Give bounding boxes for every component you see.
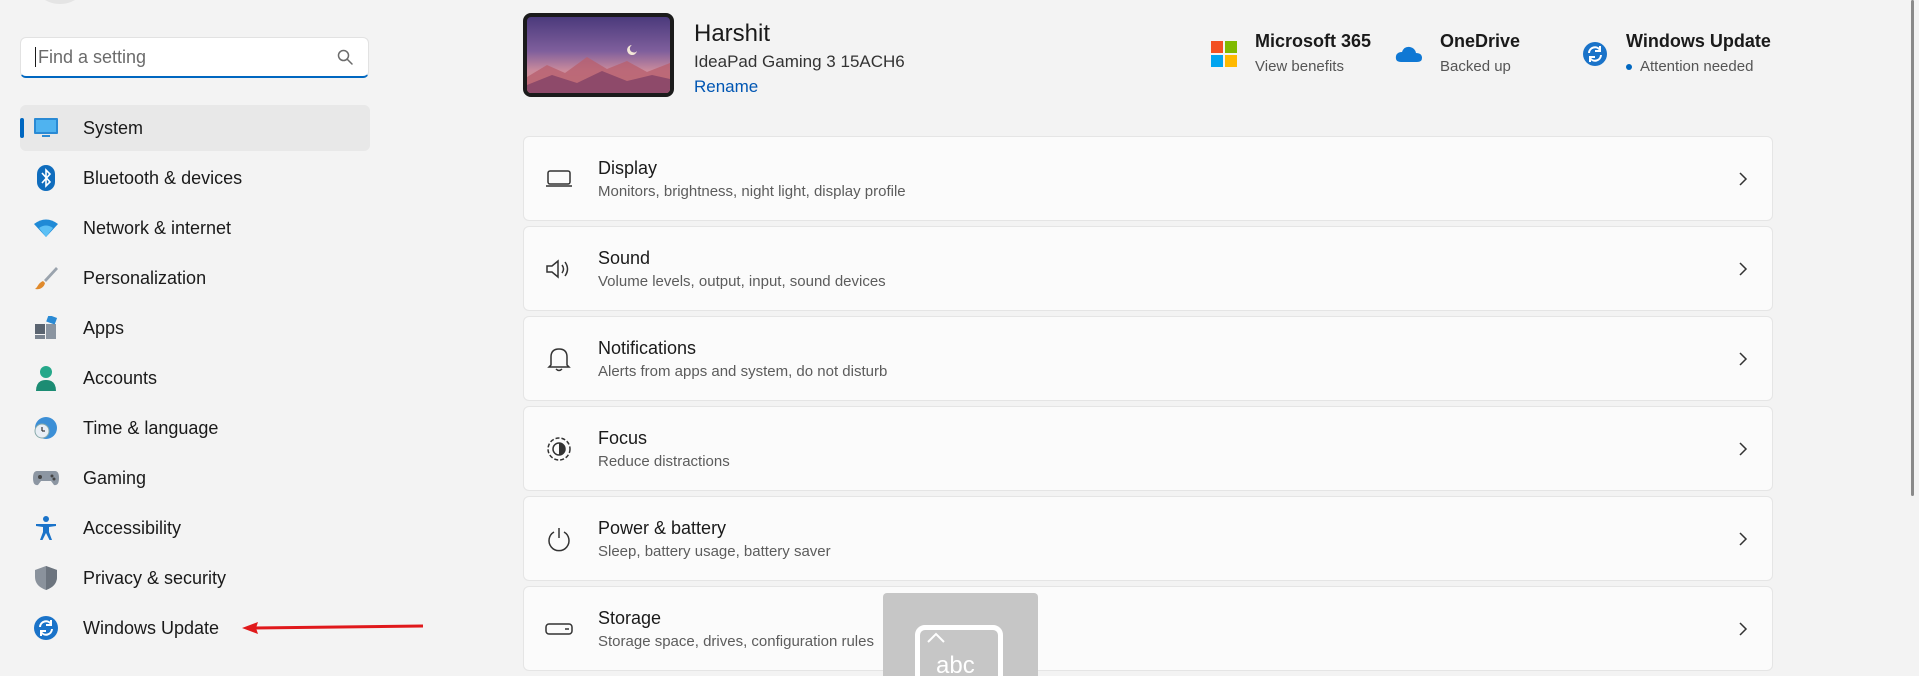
keyboard-label: abc <box>936 652 975 676</box>
speaker-icon <box>544 254 574 284</box>
apps-icon <box>32 314 60 342</box>
setting-title: Focus <box>598 427 648 448</box>
focus-icon <box>544 434 574 464</box>
wifi-icon <box>32 214 60 242</box>
setting-storage[interactable]: Storage Storage space, drives, configura… <box>523 586 1773 671</box>
bell-icon <box>544 344 574 374</box>
sidebar-item-label: Network & internet <box>83 217 232 238</box>
annotation-arrow-icon <box>242 622 424 634</box>
sidebar-item-label: Accessibility <box>83 517 182 538</box>
setting-focus[interactable]: Focus Reduce distractions <box>523 406 1773 491</box>
sidebar-item-personalization[interactable]: Personalization <box>20 255 370 301</box>
setting-title: Storage <box>598 607 662 628</box>
sidebar-item-gaming[interactable]: Gaming <box>20 455 370 501</box>
setting-description: Alerts from apps and system, do not dist… <box>598 362 888 380</box>
sidebar-item-accounts[interactable]: Accounts <box>20 355 370 401</box>
chevron-right-icon <box>1739 261 1748 276</box>
clock-globe-icon <box>32 414 60 442</box>
sidebar-item-time-language[interactable]: Time & language <box>20 405 370 451</box>
device-wallpaper-thumbnail <box>523 13 674 97</box>
sidebar-item-label: Personalization <box>83 267 207 288</box>
tile-subtitle: View benefits <box>1255 58 1344 75</box>
text-caret <box>35 47 36 67</box>
chevron-right-icon <box>1739 621 1748 636</box>
setting-description: Volume levels, output, input, sound devi… <box>598 272 886 290</box>
setting-title: Power & battery <box>598 517 727 538</box>
tile-title: Microsoft 365 <box>1255 31 1372 51</box>
person-icon <box>32 364 60 392</box>
device-name: Harshit <box>694 20 771 47</box>
setting-title: Display <box>598 157 658 178</box>
shield-icon <box>32 564 60 592</box>
tile-subtitle: Backed up <box>1440 58 1511 75</box>
storage-icon <box>544 614 574 644</box>
onedrive-tile[interactable]: OneDrive Backed up <box>1394 31 1520 75</box>
setting-sound[interactable]: Sound Volume levels, output, input, soun… <box>523 226 1773 311</box>
chevron-right-icon <box>1739 171 1748 186</box>
system-icon <box>32 114 60 142</box>
sidebar-item-accessibility[interactable]: Accessibility <box>20 505 370 551</box>
tile-title: Windows Update <box>1626 31 1771 51</box>
search-input[interactable] <box>38 46 336 68</box>
setting-display[interactable]: Display Monitors, brightness, night ligh… <box>523 136 1773 221</box>
sidebar-item-label: Gaming <box>83 467 147 488</box>
sidebar-item-label: Time & language <box>83 417 219 438</box>
bluetooth-icon <box>32 164 60 192</box>
setting-title: Notifications <box>598 337 697 358</box>
monitor-icon <box>544 164 574 194</box>
sidebar-item-system[interactable]: System <box>20 105 370 151</box>
sidebar-item-privacy[interactable]: Privacy & security <box>20 555 370 601</box>
accessibility-icon <box>32 514 60 542</box>
settings-list: Display Monitors, brightness, night ligh… <box>523 136 1773 676</box>
sidebar-item-label: System <box>83 117 144 138</box>
gamepad-icon <box>32 464 60 492</box>
tile-subtitle: Attention needed <box>1640 58 1754 75</box>
setting-power-battery[interactable]: Power & battery Sleep, battery usage, ba… <box>523 496 1773 581</box>
setting-notifications[interactable]: Notifications Alerts from apps and syste… <box>523 316 1773 401</box>
power-icon <box>544 524 574 554</box>
chevron-right-icon <box>1739 351 1748 366</box>
sidebar-item-label: Windows Update <box>83 617 220 638</box>
windows-update-tile[interactable]: Windows Update Attention needed <box>1580 31 1771 75</box>
update-icon <box>1580 39 1610 69</box>
sidebar-item-label: Bluetooth & devices <box>83 167 243 188</box>
tile-title: OneDrive <box>1440 31 1521 51</box>
sidebar-item-label: Accounts <box>83 367 158 388</box>
setting-description: Reduce distractions <box>598 452 730 470</box>
sidebar-item-network[interactable]: Network & internet <box>20 205 370 251</box>
sidebar-item-apps[interactable]: Apps <box>20 305 370 351</box>
chevron-right-icon <box>1739 531 1748 546</box>
search-icon[interactable] <box>336 48 354 66</box>
microsoft-365-tile[interactable]: Microsoft 365 View benefits <box>1209 31 1371 75</box>
status-dot-icon <box>1626 63 1632 70</box>
sidebar-nav: System Bluetooth & devices Network & int… <box>20 105 370 655</box>
device-model: IdeaPad Gaming 3 15ACH6 <box>694 52 905 71</box>
scrollbar[interactable] <box>1911 0 1914 496</box>
update-icon <box>32 614 60 642</box>
sidebar-item-label: Apps <box>83 317 125 338</box>
rename-link[interactable]: Rename <box>694 77 758 97</box>
sidebar-item-label: Privacy & security <box>83 567 227 588</box>
cloud-icon <box>1394 39 1424 69</box>
tile-subtitle-row: Attention needed <box>1626 58 1771 75</box>
chevron-right-icon <box>1739 441 1748 456</box>
sidebar-item-bluetooth[interactable]: Bluetooth & devices <box>20 155 370 201</box>
setting-description: Sleep, battery usage, battery saver <box>598 542 831 560</box>
brush-icon <box>32 264 60 292</box>
avatar[interactable] <box>30 0 90 4</box>
setting-title: Sound <box>598 247 651 268</box>
search-box[interactable] <box>20 37 369 78</box>
settings-window: System Bluetooth & devices Network & int… <box>0 0 1919 676</box>
setting-description: Storage space, drives, configuration rul… <box>598 632 874 650</box>
microsoft-logo-icon <box>1209 39 1239 69</box>
setting-description: Monitors, brightness, night light, displ… <box>598 182 906 200</box>
